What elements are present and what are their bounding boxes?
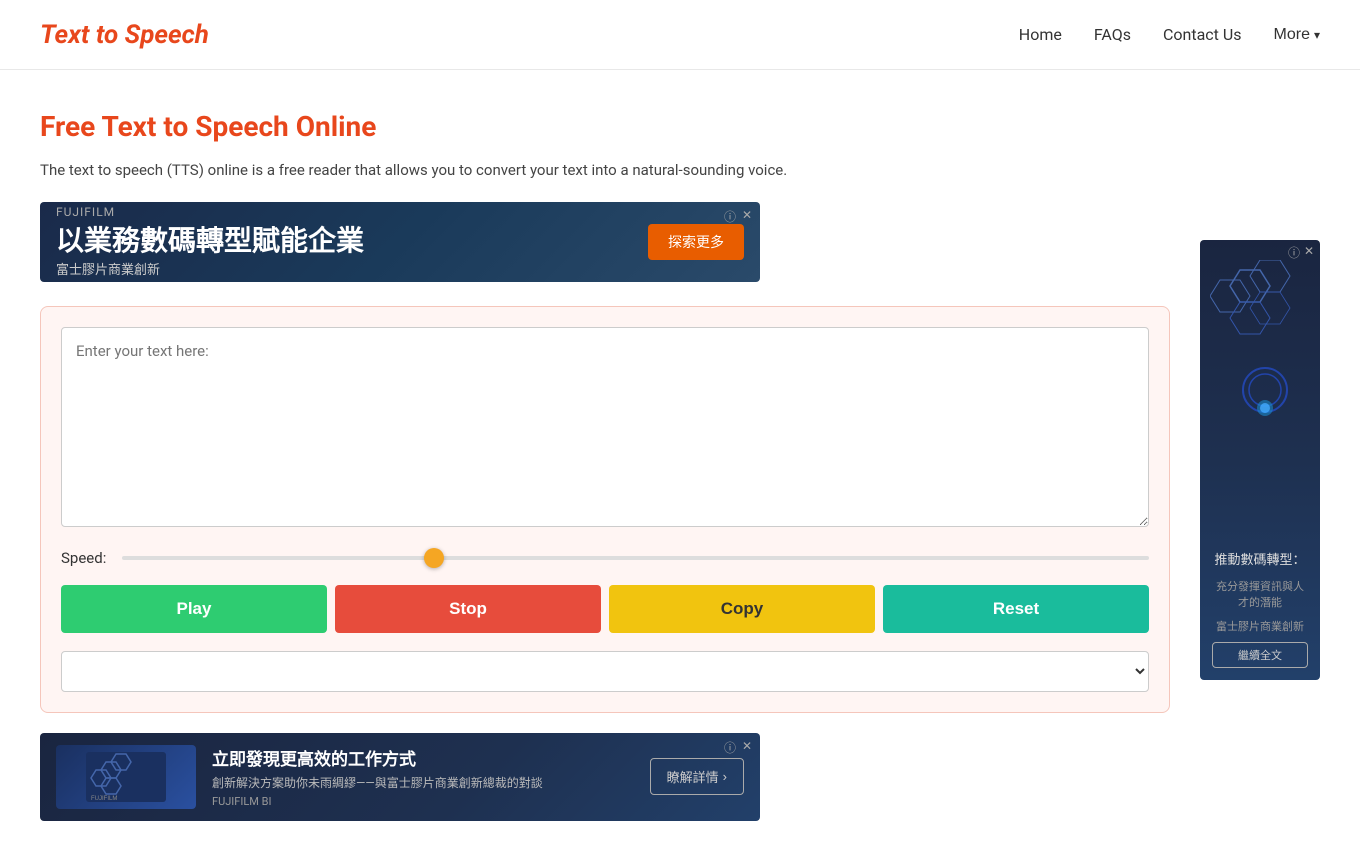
sidebar-ad-title: 推動數碼轉型：	[1214, 552, 1305, 570]
navbar: Text to Speech Home FAQs Contact Us More	[0, 0, 1360, 70]
speed-row: Speed:	[61, 549, 1149, 567]
sidebar-ad-info-icon[interactable]: ⓘ	[1288, 244, 1300, 261]
ad-bottom-image: FUJIFILM	[56, 745, 196, 809]
page-title: Free Text to Speech Online	[40, 110, 1170, 143]
brand-logo[interactable]: Text to Speech	[40, 20, 209, 50]
sidebar-ad: ⓘ ✕ 推動數碼轉型： 充分發揮	[1200, 240, 1320, 680]
speed-slider[interactable]	[122, 556, 1149, 560]
ad-bottom-title: 立即發現更高效的工作方式	[212, 745, 634, 770]
svg-text:FUJIFILM: FUJIFILM	[91, 796, 117, 802]
nav-contact[interactable]: Contact Us	[1163, 25, 1242, 44]
ad-close-icon[interactable]: ✕	[742, 208, 752, 222]
text-input[interactable]	[61, 327, 1149, 527]
play-button[interactable]: Play	[61, 585, 327, 633]
ad-bottom-close-icon[interactable]: ✕	[742, 739, 752, 753]
ad-bottom-brand: FUJIFILM BI	[212, 795, 634, 808]
language-select[interactable]	[61, 651, 1149, 692]
nav-more-button[interactable]: More	[1274, 26, 1320, 44]
sidebar-ad-cta-button[interactable]: 繼續全文	[1212, 642, 1308, 668]
copy-button[interactable]: Copy	[609, 585, 875, 633]
page-wrapper: Free Text to Speech Online The text to s…	[0, 70, 1360, 833]
ad-top-brand: FUJIFILM	[56, 205, 364, 219]
nav-home[interactable]: Home	[1019, 25, 1062, 44]
ad-bottom-content: 立即發現更高效的工作方式 創新解決方案助你未雨綢繆——與富士膠片商業創新總裁的對…	[212, 745, 634, 808]
sidebar-ad-subtitle: 充分發揮資訊與人才的潛能	[1212, 578, 1308, 610]
ad-banner-top: FUJIFILM 以業務數碼轉型賦能企業 富士膠片商業創新 探索更多 ⓘ ✕	[40, 202, 760, 282]
ad-top-left: FUJIFILM 以業務數碼轉型賦能企業 富士膠片商業創新	[56, 205, 364, 278]
nav-faqs[interactable]: FAQs	[1094, 25, 1131, 44]
ad-info-icon[interactable]: ⓘ	[724, 208, 736, 225]
ad-top-title: 以業務數碼轉型賦能企業	[56, 219, 364, 259]
ad-bottom-cta-label: 瞭解詳情	[667, 767, 719, 786]
reset-button[interactable]: Reset	[883, 585, 1149, 633]
ad-bottom-cta-button[interactable]: 瞭解詳情 ›	[650, 758, 744, 795]
ad-banner-bottom: FUJIFILM 立即發現更高效的工作方式 創新解決方案助你未雨綢繆——與富士膠…	[40, 733, 760, 821]
sidebar-ad-brand: 富士膠片商業創新	[1216, 618, 1304, 634]
sidebar-hex-decoration	[1200, 260, 1320, 460]
tts-box: Speed: Play Stop Copy Reset	[40, 306, 1170, 713]
speed-label: Speed:	[61, 549, 106, 567]
sidebar-ad-close-icon[interactable]: ✕	[1304, 244, 1314, 258]
ad-top-cta-button[interactable]: 探索更多	[648, 224, 744, 260]
ad-bottom-description: 創新解決方案助你未雨綢繆——與富士膠片商業創新總裁的對談	[212, 774, 634, 791]
main-content: Free Text to Speech Online The text to s…	[40, 70, 1170, 833]
ad-top-subtitle: 富士膠片商業創新	[56, 259, 364, 278]
ad-bottom-cta-arrow: ›	[723, 769, 727, 784]
sidebar: ⓘ ✕ 推動數碼轉型： 充分發揮	[1200, 70, 1320, 833]
stop-button[interactable]: Stop	[335, 585, 601, 633]
page-description: The text to speech (TTS) online is a fre…	[40, 159, 1170, 182]
ad-bottom-info-icon[interactable]: ⓘ	[724, 739, 736, 756]
button-row: Play Stop Copy Reset	[61, 585, 1149, 633]
nav-links: Home FAQs Contact Us More	[1019, 25, 1320, 44]
